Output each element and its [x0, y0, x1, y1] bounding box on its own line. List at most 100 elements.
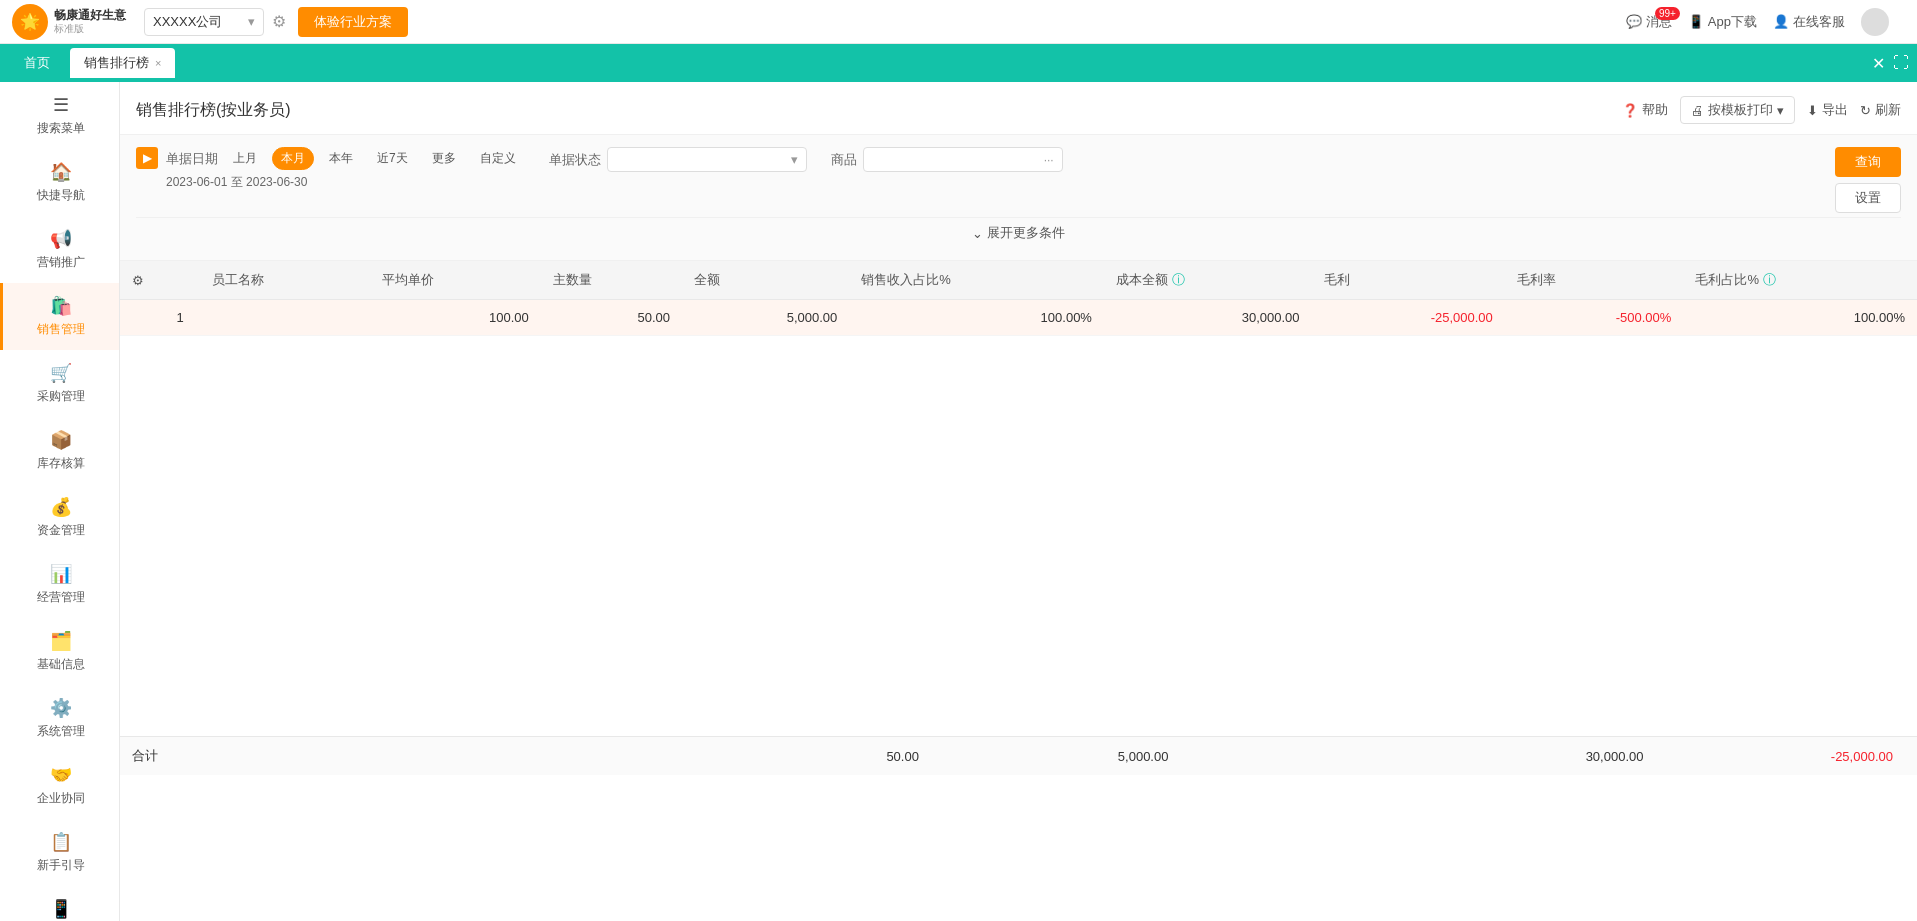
- status-filter-label: 单据状态: [549, 151, 601, 169]
- date-btn-current-year[interactable]: 本年: [320, 147, 362, 170]
- sidebar-item-collab[interactable]: 🤝 企业协同: [0, 752, 119, 819]
- online-service-button[interactable]: 👤 在线客服: [1773, 13, 1845, 31]
- top-right-actions: 💬 消息 99+ 📱 App下载 👤 在线客服: [1626, 8, 1905, 36]
- footer-spacer-pct: [1180, 749, 1406, 764]
- col-cost: 成本全额 ⓘ: [1104, 261, 1312, 300]
- filter-main-row: ▶ 单据日期 上月 本月 本年 近7天 更多 自定义: [136, 147, 1901, 213]
- sidebar-item-system[interactable]: ⚙️ 系统管理: [0, 685, 119, 752]
- system-icon: ⚙️: [50, 697, 72, 719]
- status-select[interactable]: ▾: [607, 147, 807, 172]
- purchase-icon: 🛒: [50, 362, 72, 384]
- sidebar-item-search[interactable]: ☰ 搜索菜单: [0, 82, 119, 149]
- goods-select[interactable]: ···: [863, 147, 1063, 172]
- row-cost: 30,000.00: [1104, 300, 1312, 336]
- sidebar-item-marketing[interactable]: 📢 营销推广: [0, 216, 119, 283]
- message-button[interactable]: 💬 消息 99+: [1626, 13, 1672, 31]
- tab-home[interactable]: 首页: [8, 46, 66, 80]
- try-button[interactable]: 体验行业方案: [298, 7, 408, 37]
- date-btn-prev-month[interactable]: 上月: [224, 147, 266, 170]
- status-filter-group: 单据状态 ▾: [549, 147, 807, 172]
- footer-quantity: 50.00: [681, 749, 931, 764]
- date-filter-group: 单据日期 上月 本月 本年 近7天 更多 自定义 2023-06-01 至 20…: [166, 147, 525, 191]
- col-quantity: 主数量: [541, 261, 682, 300]
- avatar[interactable]: [1861, 8, 1889, 36]
- table-header-row: ⚙ 员工名称 平均单价 主数量 全额 销售收入占比% 成本全额 ⓘ 毛利 毛利率…: [120, 261, 1917, 300]
- sidebar-item-operations[interactable]: 📊 经营管理: [0, 551, 119, 618]
- sidebar-item-label: 新手引导: [37, 857, 85, 874]
- settings-button[interactable]: 设置: [1835, 183, 1901, 213]
- row-employee-name: [200, 300, 370, 336]
- status-select-value: [616, 152, 688, 167]
- col-employee-name: 员工名称: [200, 261, 370, 300]
- filter-expand-arrow[interactable]: ▶: [136, 147, 158, 169]
- refresh-button[interactable]: ↻ 刷新: [1860, 101, 1901, 119]
- sidebar-item-label: 采购管理: [37, 388, 85, 405]
- filter-left: ▶ 单据日期 上月 本月 本年 近7天 更多 自定义: [136, 147, 1819, 191]
- sidebar-item-apps[interactable]: 📱 应用中心: [0, 886, 119, 921]
- sidebar-item-basic[interactable]: 🗂️ 基础信息: [0, 618, 119, 685]
- refresh-label: 刷新: [1875, 101, 1901, 119]
- chevron-down-icon: ⌄: [972, 226, 983, 241]
- sidebar-item-guide[interactable]: 📋 新手引导: [0, 819, 119, 886]
- help-icon: ❓: [1622, 103, 1638, 118]
- collab-icon: 🤝: [50, 764, 72, 786]
- table-body: 1 100.00 50.00 5,000.00 100.00% 30,000.0…: [120, 300, 1917, 336]
- row-profit-rate: -500.00%: [1505, 300, 1684, 336]
- col-avg-price: 平均单价: [370, 261, 540, 300]
- cost-info-icon[interactable]: ⓘ: [1172, 272, 1185, 287]
- footer-label: 合计: [132, 747, 174, 765]
- page-actions: ❓ 帮助 🖨 按模板打印 ▾ ⬇ 导出 ↻ 刷新: [1622, 96, 1901, 124]
- help-button[interactable]: ❓ 帮助: [1622, 101, 1668, 119]
- home-icon: 🏠: [50, 161, 72, 183]
- row-amount: 5,000.00: [682, 300, 849, 336]
- sales-icon: 🛍️: [50, 295, 72, 317]
- date-btn-custom[interactable]: 自定义: [471, 147, 525, 170]
- template-print-button[interactable]: 🖨 按模板打印 ▾: [1680, 96, 1795, 124]
- col-sales-pct: 销售收入占比%: [849, 261, 1104, 300]
- maximize-icon[interactable]: ⛶: [1893, 54, 1909, 73]
- apps-icon: 📱: [50, 898, 72, 920]
- page-header: 销售排行榜(按业务员) ❓ 帮助 🖨 按模板打印 ▾ ⬇ 导出: [120, 82, 1917, 135]
- sidebar-item-sales[interactable]: 🛍️ 销售管理: [0, 283, 119, 350]
- app-download-button[interactable]: 📱 App下载: [1688, 13, 1757, 31]
- row-sales-pct: 100.00%: [849, 300, 1104, 336]
- app-label: App下载: [1708, 13, 1757, 31]
- goods-filter-label: 商品: [831, 151, 857, 169]
- template-label: 按模板打印: [1708, 101, 1773, 119]
- inventory-icon: 📦: [50, 429, 72, 451]
- tab-sales-ranking[interactable]: 销售排行榜 ×: [70, 48, 175, 78]
- company-selector[interactable]: XXXXX公司 ▾: [144, 8, 264, 36]
- main-layout: ☰ 搜索菜单 🏠 快捷导航 📢 营销推广 🛍️ 销售管理 🛒 采购管理 📦 库存…: [0, 82, 1917, 921]
- sidebar-item-purchase[interactable]: 🛒 采购管理: [0, 350, 119, 417]
- footer-profit: -25,000.00: [1655, 749, 1905, 764]
- gear-icon[interactable]: ⚙: [272, 12, 286, 31]
- content-area: 销售排行榜(按业务员) ❓ 帮助 🖨 按模板打印 ▾ ⬇ 导出: [120, 82, 1917, 921]
- col-profit-pct: 毛利占比% ⓘ: [1683, 261, 1917, 300]
- query-button[interactable]: 查询: [1835, 147, 1901, 177]
- row-rank: 1: [160, 300, 200, 336]
- help-label: 帮助: [1642, 101, 1668, 119]
- message-icon: 💬: [1626, 14, 1642, 29]
- export-button[interactable]: ⬇ 导出: [1807, 101, 1848, 119]
- date-btn-7days[interactable]: 近7天: [368, 147, 417, 170]
- goods-more-icon: ···: [1044, 153, 1054, 167]
- sidebar-item-label: 库存核算: [37, 455, 85, 472]
- expand-more-button[interactable]: ⌄ 展开更多条件: [966, 218, 1071, 248]
- date-filter: 单据日期 上月 本月 本年 近7天 更多 自定义: [166, 147, 525, 170]
- tab-close-icon[interactable]: ×: [155, 57, 161, 69]
- sidebar-item-label: 经营管理: [37, 589, 85, 606]
- close-window-icon[interactable]: ✕: [1872, 54, 1885, 73]
- tab-bar: 首页 销售排行榜 × ✕ ⛶: [0, 44, 1917, 82]
- sidebar-item-finance[interactable]: 💰 资金管理: [0, 484, 119, 551]
- profit-pct-info-icon[interactable]: ⓘ: [1763, 272, 1776, 287]
- sidebar-item-inventory[interactable]: 📦 库存核算: [0, 417, 119, 484]
- logo-area: 🌟 畅康通好生意 标准版: [12, 4, 132, 40]
- date-btn-current-month[interactable]: 本月: [272, 147, 314, 170]
- col-settings[interactable]: ⚙: [120, 261, 160, 300]
- sidebar: ☰ 搜索菜单 🏠 快捷导航 📢 营销推广 🛍️ 销售管理 🛒 采购管理 📦 库存…: [0, 82, 120, 921]
- date-btn-more[interactable]: 更多: [423, 147, 465, 170]
- sidebar-item-quick[interactable]: 🏠 快捷导航: [0, 149, 119, 216]
- tab-label: 销售排行榜: [84, 54, 149, 72]
- goods-select-value: [872, 152, 944, 167]
- status-select-arrow-icon: ▾: [791, 152, 798, 167]
